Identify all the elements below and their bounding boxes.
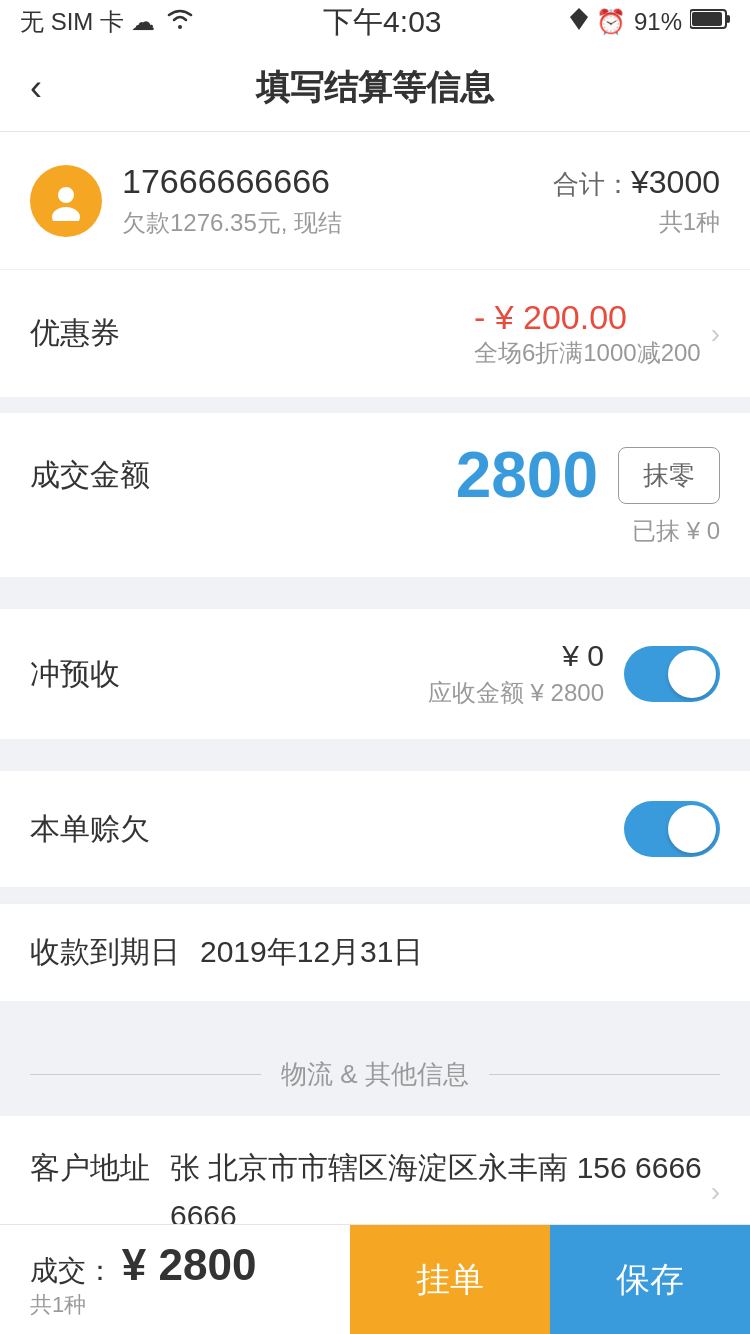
hold-button[interactable]: 挂单	[350, 1225, 550, 1335]
status-time: 下午4:03	[323, 2, 441, 43]
customer-section: 17666666666 欠款1276.35元, 现结 合计：¥3000 共1种 …	[0, 132, 750, 397]
coupon-right: - ¥ 200.00 全场6折满1000减200 ›	[474, 298, 720, 369]
amount-row: 成交金额 2800 抹零	[30, 443, 720, 507]
logistics-header: 物流 & 其他信息	[0, 1033, 750, 1116]
customer-left: 17666666666 欠款1276.35元, 现结	[30, 162, 342, 239]
total-label-text: 合计：	[553, 169, 631, 199]
amount-right: 2800 抹零	[456, 443, 720, 507]
coupon-label: 优惠券	[30, 313, 120, 354]
page-title: 填写结算等信息	[256, 65, 494, 111]
total-label: 合计：¥3000	[553, 164, 720, 202]
precollect-sub: 应收金额 ¥ 2800	[428, 677, 604, 709]
precollect-amount: ¥ 0 应收金额 ¥ 2800	[428, 639, 604, 709]
svg-rect-2	[692, 12, 722, 26]
logistics-line-left	[30, 1074, 261, 1075]
deal-amount-value: 2800	[456, 443, 598, 507]
battery-text: 91%	[634, 8, 682, 36]
battery-icon	[690, 8, 730, 36]
bottom-summary: 成交： ¥ 2800 共1种	[0, 1240, 350, 1320]
debt-section: 本单赊欠	[0, 755, 750, 887]
bottom-bar: 成交： ¥ 2800 共1种 挂单 保存	[0, 1224, 750, 1334]
save-button[interactable]: 保存	[550, 1225, 750, 1335]
round-zero-button[interactable]: 抹零	[618, 447, 720, 504]
precollect-section: 冲预收 ¥ 0 应收金额 ¥ 2800	[0, 593, 750, 739]
location-icon	[570, 8, 588, 36]
coupon-amount: - ¥ 200.00	[474, 298, 701, 337]
bottom-summary-line1: 成交： ¥ 2800	[30, 1240, 320, 1290]
chevron-right-icon: ›	[711, 318, 720, 350]
back-button[interactable]: ‹	[30, 67, 42, 109]
precollect-toggle[interactable]	[624, 646, 720, 702]
bottom-deal-label: 成交：	[30, 1255, 114, 1286]
coupon-row[interactable]: 优惠券 - ¥ 200.00 全场6折满1000减200 ›	[0, 269, 750, 397]
alarm-icon: ⏰	[596, 8, 626, 36]
customer-info: 17666666666 欠款1276.35元, 现结	[122, 162, 342, 239]
avatar	[30, 165, 102, 237]
coupon-desc: 全场6折满1000减200	[474, 337, 701, 369]
customer-right: 合计：¥3000 共1种	[553, 164, 720, 238]
amount-sub: 已抹 ¥ 0	[30, 515, 720, 547]
svg-point-3	[58, 187, 74, 203]
svg-point-4	[52, 207, 80, 221]
logistics-title: 物流 & 其他信息	[281, 1057, 469, 1092]
svg-rect-1	[726, 15, 730, 23]
bottom-deal-amount: ¥ 2800	[122, 1240, 257, 1289]
status-bar: 无 SIM 卡 ☁ 下午4:03 ⏰ 91%	[0, 0, 750, 44]
address-label: 客户地址	[30, 1144, 150, 1189]
duedate-value: 2019年12月31日	[200, 932, 423, 973]
precollect-label: 冲预收	[30, 654, 120, 695]
deal-amount-label: 成交金额	[30, 455, 150, 496]
customer-phone: 17666666666	[122, 162, 342, 201]
no-sim-text: 无 SIM 卡 ☁	[20, 6, 155, 38]
debt-toggle[interactable]	[624, 801, 720, 857]
nav-bar: ‹ 填写结算等信息	[0, 44, 750, 132]
customer-row: 17666666666 欠款1276.35元, 现结 合计：¥3000 共1种	[0, 132, 750, 269]
address-chevron-icon: ›	[711, 1176, 720, 1208]
total-amount: ¥3000	[631, 164, 720, 200]
bottom-deal-count: 共1种	[30, 1290, 320, 1320]
duedate-label: 收款到期日	[30, 932, 180, 973]
precollect-value: ¥ 0	[428, 639, 604, 673]
wifi-icon	[165, 8, 195, 36]
divider	[0, 1017, 750, 1033]
logistics-line-right	[489, 1074, 720, 1075]
duedate-section: 收款到期日 2019年12月31日	[0, 903, 750, 1001]
precollect-right: ¥ 0 应收金额 ¥ 2800	[428, 639, 720, 709]
customer-debt: 欠款1276.35元, 现结	[122, 207, 342, 239]
amount-section: 成交金额 2800 抹零 已抹 ¥ 0	[0, 413, 750, 577]
debt-label: 本单赊欠	[30, 809, 150, 850]
status-right: ⏰ 91%	[570, 8, 730, 36]
total-count: 共1种	[553, 206, 720, 238]
precollect-row: 冲预收 ¥ 0 应收金额 ¥ 2800	[30, 639, 720, 709]
status-left: 无 SIM 卡 ☁	[20, 6, 195, 38]
